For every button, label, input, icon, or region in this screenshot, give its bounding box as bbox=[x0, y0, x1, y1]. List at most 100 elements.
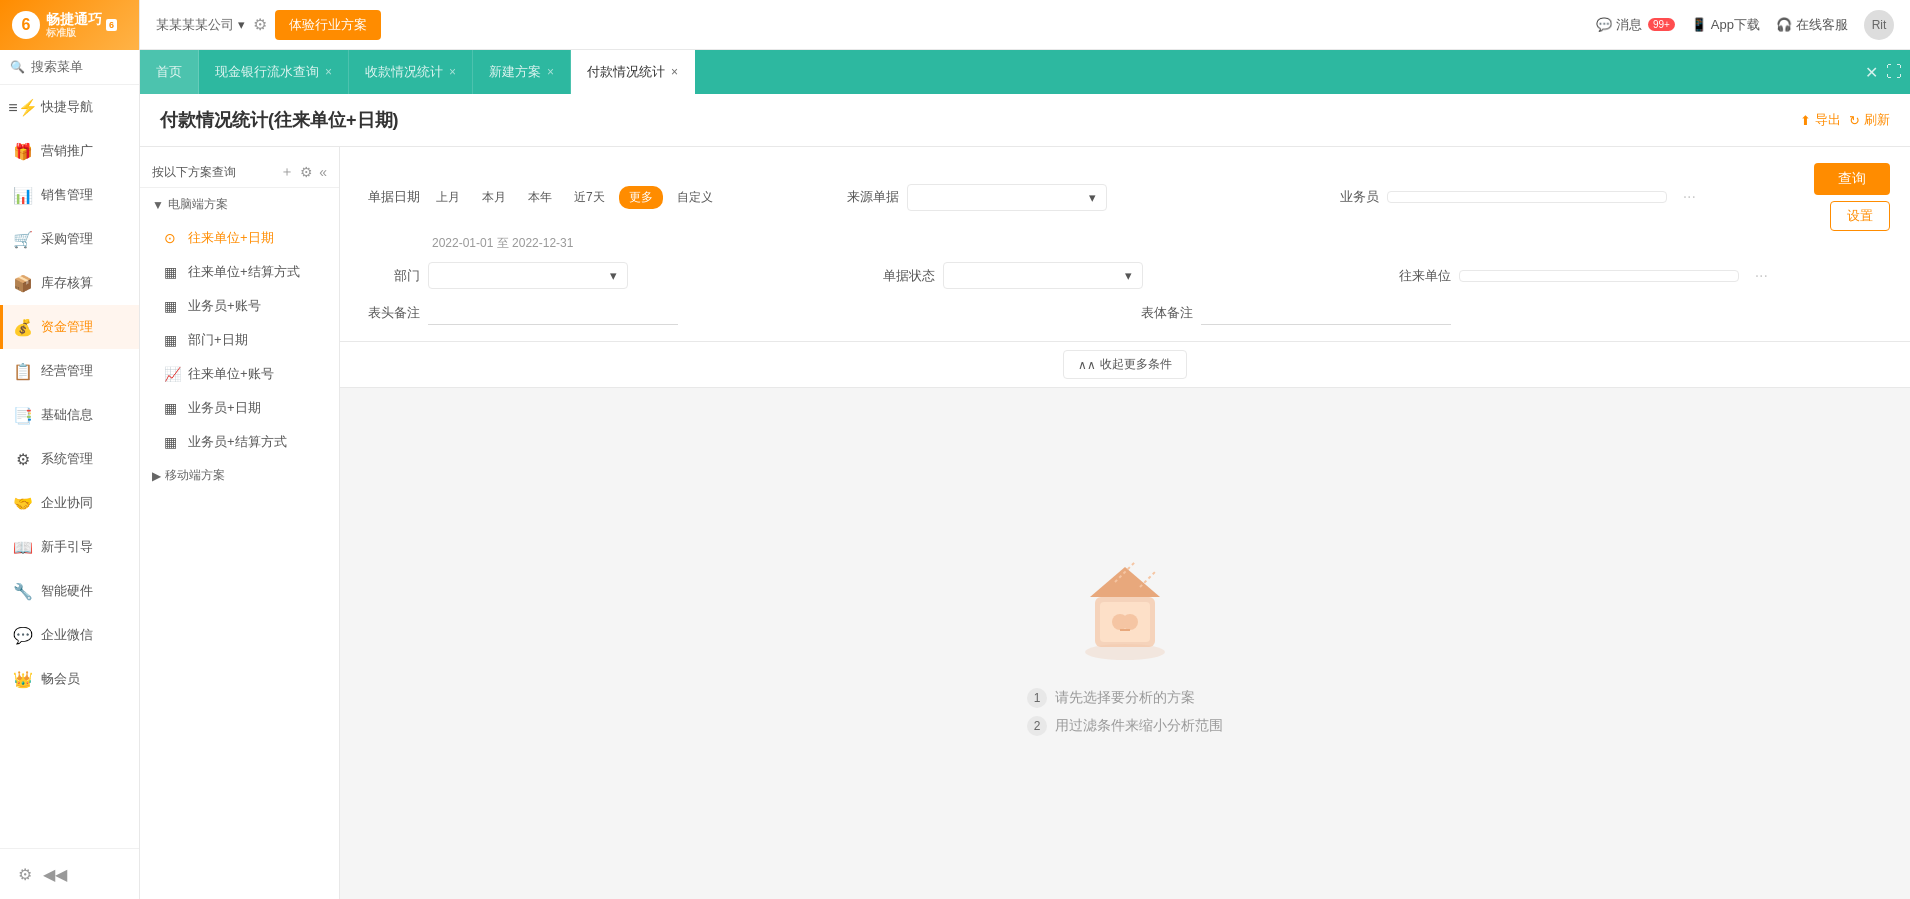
tab-bar: 首页 现金银行流水查询 × 收款情况统计 × 新建方案 × 付款情况统计 × ✕… bbox=[140, 50, 1910, 94]
settings-plan-icon[interactable]: ⚙ bbox=[300, 164, 313, 180]
tab-bank[interactable]: 现金银行流水查询 × bbox=[199, 50, 349, 94]
refresh-button[interactable]: ↻ 刷新 bbox=[1849, 111, 1890, 129]
date-shortcut-this-month[interactable]: 本月 bbox=[474, 186, 514, 209]
page-title: 付款情况统计(往来单位+日期) bbox=[160, 108, 399, 132]
plan-item-unit-account[interactable]: 📈 往来单位+账号 bbox=[140, 357, 339, 391]
table-body-note-label: 表体备注 bbox=[1133, 304, 1193, 322]
sidebar-item-inventory[interactable]: 📦 库存核算 bbox=[0, 261, 139, 305]
plan-item-staff-account[interactable]: ▦ 业务员+账号 bbox=[140, 289, 339, 323]
sidebar-item-weixin[interactable]: 💬 企业微信 bbox=[0, 613, 139, 657]
date-shortcuts: 上月 本月 本年 近7天 更多 自定义 bbox=[428, 186, 721, 209]
cooperation-icon: 🤝 bbox=[13, 493, 33, 513]
marketing-icon: 🎁 bbox=[13, 141, 33, 161]
empty-tip-2: 2 用过滤条件来缩小分析范围 bbox=[1027, 716, 1223, 736]
dept-select[interactable]: ▾ bbox=[428, 262, 628, 289]
export-button[interactable]: ⬆ 导出 bbox=[1800, 111, 1841, 129]
sidebar-item-hardware[interactable]: 🔧 智能硬件 bbox=[0, 569, 139, 613]
app-download-action[interactable]: 📱 App下载 bbox=[1691, 16, 1760, 34]
right-panel: 单据日期 上月 本月 本年 近7天 更多 自定义 来源单据 bbox=[340, 147, 1910, 899]
tab-bar-actions: ✕ ⛶ bbox=[1857, 50, 1910, 94]
dept-block: 部门 ▾ bbox=[360, 262, 859, 289]
related-unit-dots-icon[interactable]: ··· bbox=[1755, 267, 1768, 285]
svg-point-5 bbox=[1122, 614, 1138, 630]
plan-item-staff-settle[interactable]: ▦ 业务员+结算方式 bbox=[140, 425, 339, 459]
filter-row-1: 单据日期 上月 本月 本年 近7天 更多 自定义 来源单据 bbox=[360, 163, 1890, 231]
sidebar-item-quick-nav[interactable]: ≡⚡ 快捷导航 bbox=[0, 85, 139, 129]
voucher-date-label: 单据日期 bbox=[360, 188, 420, 206]
header-settings-icon[interactable]: ⚙ bbox=[253, 15, 267, 34]
staff-select[interactable] bbox=[1387, 191, 1667, 203]
tab-home[interactable]: 首页 bbox=[140, 50, 199, 94]
online-service-action[interactable]: 🎧 在线客服 bbox=[1776, 16, 1848, 34]
settings-footer-icon[interactable]: ⚙ bbox=[10, 859, 40, 889]
collapse-panel-icon[interactable]: « bbox=[319, 164, 327, 180]
company-chevron-icon: ▾ bbox=[238, 17, 245, 32]
trial-button[interactable]: 体验行业方案 bbox=[275, 10, 381, 40]
logo-icon: 6 bbox=[12, 11, 40, 39]
table-body-note-input[interactable] bbox=[1201, 301, 1451, 325]
operation-icon: 📋 bbox=[13, 361, 33, 381]
query-button[interactable]: 查询 bbox=[1814, 163, 1890, 195]
collapse-button[interactable]: ∧∧ 收起更多条件 bbox=[1063, 350, 1187, 379]
top-header: 某某某某公司 ▾ ⚙ 体验行业方案 💬 消息 99+ 📱 App下载 🎧 在线客… bbox=[140, 0, 1910, 50]
plan-item-dept-date[interactable]: ▦ 部门+日期 bbox=[140, 323, 339, 357]
tab-payment[interactable]: 付款情况统计 × bbox=[571, 50, 695, 94]
sidebar-item-operation[interactable]: 📋 经营管理 bbox=[0, 349, 139, 393]
app-icon: 📱 bbox=[1691, 17, 1707, 32]
plan-item-staff-date[interactable]: ▦ 业务员+日期 bbox=[140, 391, 339, 425]
table-header-note-input[interactable] bbox=[428, 301, 678, 325]
sidebar-item-cooperation[interactable]: 🤝 企业协同 bbox=[0, 481, 139, 525]
company-selector[interactable]: 某某某某公司 ▾ bbox=[156, 16, 245, 34]
tab-new-plan[interactable]: 新建方案 × bbox=[473, 50, 571, 94]
sidebar-item-system[interactable]: ⚙ 系统管理 bbox=[0, 437, 139, 481]
tab-receipt[interactable]: 收款情况统计 × bbox=[349, 50, 473, 94]
quick-nav-icon: ≡⚡ bbox=[13, 97, 33, 117]
avatar[interactable]: Rit bbox=[1864, 10, 1894, 40]
date-shortcut-this-year[interactable]: 本年 bbox=[520, 186, 560, 209]
desktop-section-title[interactable]: ▼ 电脑端方案 bbox=[140, 188, 339, 221]
header-left: 某某某某公司 ▾ ⚙ 体验行业方案 bbox=[156, 10, 381, 40]
tab-new-plan-close[interactable]: × bbox=[547, 65, 554, 79]
setting-button[interactable]: 设置 bbox=[1830, 201, 1890, 231]
refresh-icon: ↻ bbox=[1849, 113, 1860, 128]
source-chevron-icon: ▾ bbox=[1089, 190, 1096, 205]
empty-tips: 1 请先选择要分析的方案 2 用过滤条件来缩小分析范围 bbox=[1027, 688, 1223, 736]
date-shortcut-7days[interactable]: 近7天 bbox=[566, 186, 613, 209]
staff-dots-icon[interactable]: ··· bbox=[1683, 188, 1696, 206]
sidebar-item-fund[interactable]: 💰 资金管理 bbox=[0, 305, 139, 349]
mobile-section-title[interactable]: ▶ 移动端方案 bbox=[140, 459, 339, 492]
notification-action[interactable]: 💬 消息 99+ bbox=[1596, 16, 1675, 34]
page-content: 付款情况统计(往来单位+日期) ⬆ 导出 ↻ 刷新 按以下方案查询 ＋ ⚙ bbox=[140, 94, 1910, 899]
sidebar-logo: 6 畅捷通巧 标准版 6 bbox=[0, 0, 139, 50]
sidebar-item-guide[interactable]: 📖 新手引导 bbox=[0, 525, 139, 569]
filter-collapse: ∧∧ 收起更多条件 bbox=[340, 342, 1910, 388]
tab-receipt-close[interactable]: × bbox=[449, 65, 456, 79]
sidebar-item-marketing[interactable]: 🎁 营销推广 bbox=[0, 129, 139, 173]
search-menu[interactable]: 🔍 搜索菜单 bbox=[0, 50, 139, 85]
sidebar-item-purchase[interactable]: 🛒 采购管理 bbox=[0, 217, 139, 261]
date-shortcut-custom[interactable]: 自定义 bbox=[669, 186, 721, 209]
voucher-status-label: 单据状态 bbox=[875, 267, 935, 285]
collapse-sidebar-icon[interactable]: ◀◀ bbox=[40, 859, 70, 889]
tab-payment-close[interactable]: × bbox=[671, 65, 678, 79]
table-body-note-block: 表体备注 bbox=[1133, 301, 1890, 325]
plan-icon-6: ▦ bbox=[164, 434, 182, 450]
voucher-status-select[interactable]: ▾ bbox=[943, 262, 1143, 289]
date-shortcut-last-month[interactable]: 上月 bbox=[428, 186, 468, 209]
plan-item-unit-settle[interactable]: ▦ 往来单位+结算方式 bbox=[140, 255, 339, 289]
plan-item-unit-date[interactable]: ⊙ 往来单位+日期 bbox=[140, 221, 339, 255]
source-select[interactable]: ▾ bbox=[907, 184, 1107, 211]
related-unit-select[interactable] bbox=[1459, 270, 1739, 282]
close-all-tabs-icon[interactable]: ✕ bbox=[1865, 63, 1878, 82]
tab-bank-close[interactable]: × bbox=[325, 65, 332, 79]
empty-illustration bbox=[1065, 552, 1185, 672]
weixin-icon: 💬 bbox=[13, 625, 33, 645]
date-shortcut-more[interactable]: 更多 bbox=[619, 186, 663, 209]
filter-area: 单据日期 上月 本月 本年 近7天 更多 自定义 来源单据 bbox=[340, 147, 1910, 342]
filter-row-2: 部门 ▾ 单据状态 ▾ bbox=[360, 262, 1890, 289]
expand-icon[interactable]: ⛶ bbox=[1886, 63, 1902, 81]
sidebar-item-member[interactable]: 👑 畅会员 bbox=[0, 657, 139, 701]
add-plan-icon[interactable]: ＋ bbox=[280, 163, 294, 181]
sidebar-item-basic[interactable]: 📑 基础信息 bbox=[0, 393, 139, 437]
sidebar-item-sales[interactable]: 📊 销售管理 bbox=[0, 173, 139, 217]
